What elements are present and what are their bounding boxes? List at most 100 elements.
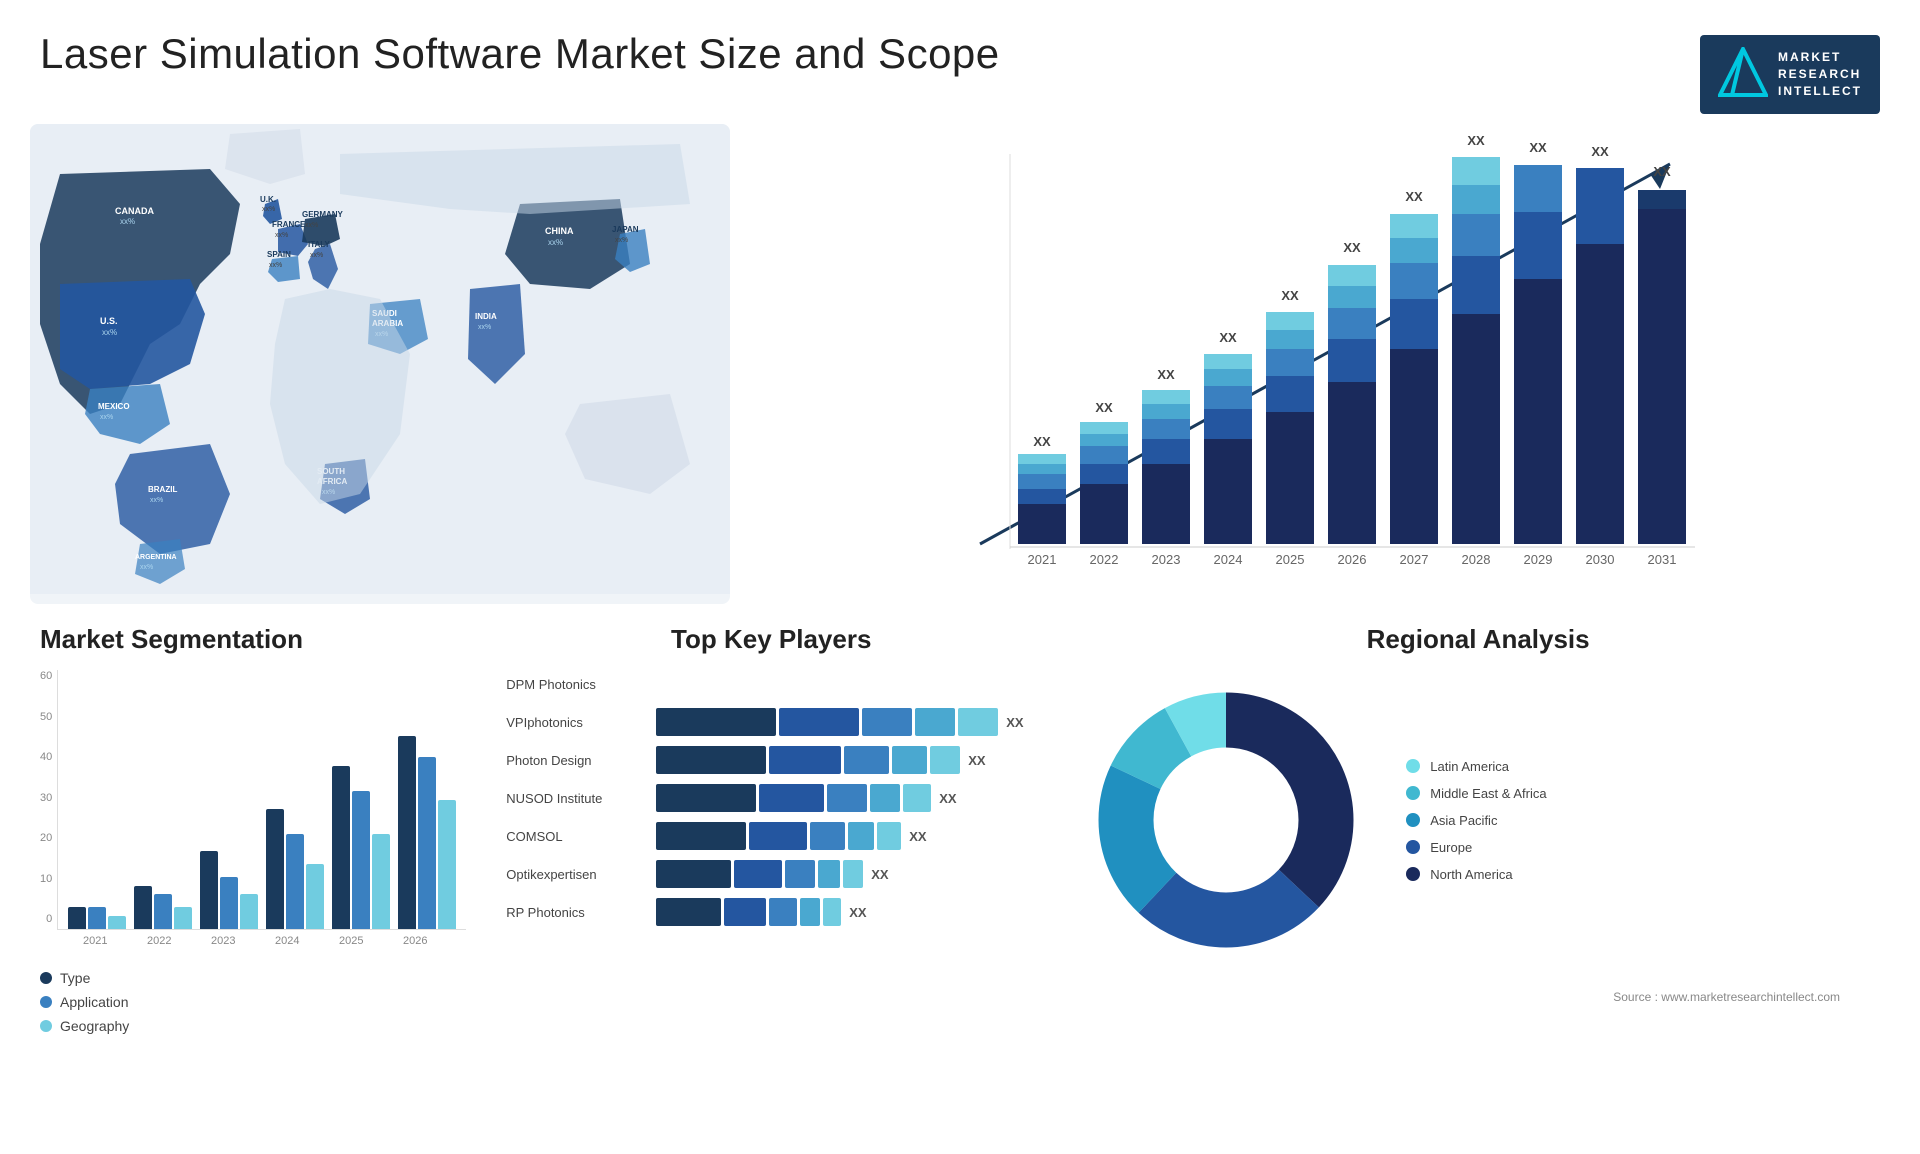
svg-text:xx%: xx%: [269, 262, 282, 269]
svg-text:CHINA: CHINA: [545, 226, 574, 236]
svg-text:ARGENTINA: ARGENTINA: [135, 554, 177, 561]
svg-text:XX: XX: [1529, 140, 1547, 155]
segmentation-section: Market Segmentation 60 50 40 30 20 10 0: [30, 614, 476, 1144]
dot-europe: [1406, 840, 1420, 854]
label-europe: Europe: [1430, 840, 1472, 855]
seg-bar-group-2023: [200, 851, 258, 929]
svg-text:xx%: xx%: [140, 564, 153, 571]
svg-text:2023: 2023: [1152, 552, 1181, 567]
legend-geography: Geography: [40, 1018, 466, 1034]
svg-text:2030: 2030: [1586, 552, 1615, 567]
legend-label-application: Application: [60, 994, 129, 1010]
svg-text:XX: XX: [1343, 240, 1361, 255]
player-row-optik: Optikexpertisen XX: [506, 860, 1036, 888]
player-name-rp: RP Photonics: [506, 905, 646, 920]
svg-text:2025: 2025: [1276, 552, 1305, 567]
player-bar-nusod: XX: [656, 784, 1036, 812]
seg-bars-container: [57, 670, 466, 930]
svg-text:xx%: xx%: [120, 217, 135, 226]
top-section: CANADA xx% U.S. xx% MEXICO xx% BRAZIL xx…: [0, 124, 1920, 604]
page-title: Laser Simulation Software Market Size an…: [40, 30, 1000, 78]
regional-section: Regional Analysis: [1066, 614, 1890, 1144]
svg-text:XX: XX: [1033, 434, 1051, 449]
svg-text:XX: XX: [1591, 144, 1609, 159]
label-north-america: North America: [1430, 867, 1512, 882]
svg-text:xx%: xx%: [150, 497, 163, 504]
legend-application: Application: [40, 994, 466, 1010]
world-map: CANADA xx% U.S. xx% MEXICO xx% BRAZIL xx…: [30, 124, 730, 604]
svg-text:xx%: xx%: [305, 222, 318, 229]
svg-text:2029: 2029: [1524, 552, 1553, 567]
svg-text:xx%: xx%: [100, 414, 113, 421]
svg-text:XX: XX: [1653, 164, 1671, 179]
player-row-photon: Photon Design XX: [506, 746, 1036, 774]
svg-text:2031: 2031: [1648, 552, 1677, 567]
player-name-nusod: NUSOD Institute: [506, 791, 646, 806]
svg-text:JAPAN: JAPAN: [612, 225, 639, 234]
svg-text:2026: 2026: [1338, 552, 1367, 567]
label-middle-east: Middle East & Africa: [1430, 786, 1546, 801]
player-name-optik: Optikexpertisen: [506, 867, 646, 882]
svg-text:XX: XX: [1281, 288, 1299, 303]
logo: MARKET RESEARCH INTELLECT: [1700, 30, 1880, 114]
svg-text:XX: XX: [1467, 134, 1485, 148]
legend-label-type: Type: [60, 970, 90, 986]
legend-latin-america: Latin America: [1406, 759, 1546, 774]
seg-x-labels: 2021 2022 2023 2024 2025 2026: [57, 935, 466, 947]
player-bar-dpm: [656, 670, 1036, 698]
svg-text:SPAIN: SPAIN: [267, 250, 291, 259]
dot-middle-east: [1406, 786, 1420, 800]
svg-text:GERMANY: GERMANY: [302, 210, 344, 219]
svg-text:2027: 2027: [1400, 552, 1429, 567]
svg-text:ITALY: ITALY: [308, 240, 330, 249]
legend-north-america: North America: [1406, 867, 1546, 882]
legend-dot-application: [40, 996, 52, 1008]
svg-text:FRANCE: FRANCE: [272, 220, 306, 229]
svg-text:xx%: xx%: [478, 324, 491, 331]
svg-text:INDIA: INDIA: [475, 312, 497, 321]
legend-type: Type: [40, 970, 466, 986]
svg-text:xx%: xx%: [548, 238, 563, 247]
bottom-section: Market Segmentation 60 50 40 30 20 10 0: [0, 604, 1920, 1154]
player-name-photon: Photon Design: [506, 753, 646, 768]
player-name-comsol: COMSOL: [506, 829, 646, 844]
svg-text:2024: 2024: [1214, 552, 1243, 567]
svg-text:U.K.: U.K.: [260, 195, 276, 204]
seg-bar-group-2026: [398, 736, 456, 929]
bar-chart: XX 2021 XX 2022 XX 2023: [750, 124, 1890, 604]
source-text: Source : www.marketresearchintellect.com: [1076, 990, 1880, 1009]
legend-europe: Europe: [1406, 840, 1546, 855]
donut-chart: [1076, 670, 1376, 970]
players-chart: DPM Photonics VPIphotonics XX Photon Des…: [506, 670, 1036, 926]
legend-dot-type: [40, 972, 52, 984]
svg-text:BRAZIL: BRAZIL: [148, 485, 177, 494]
seg-bar-group-2024: [266, 809, 324, 929]
svg-text:xx%: xx%: [310, 252, 323, 259]
svg-text:CANADA: CANADA: [115, 206, 154, 216]
legend-middle-east: Middle East & Africa: [1406, 786, 1546, 801]
label-latin-america: Latin America: [1430, 759, 1509, 774]
player-row-comsol: COMSOL XX: [506, 822, 1036, 850]
segmentation-title: Market Segmentation: [40, 624, 466, 655]
regional-legend: Latin America Middle East & Africa Asia …: [1406, 759, 1546, 882]
player-row-vpi: VPIphotonics XX: [506, 708, 1036, 736]
svg-text:XX: XX: [1219, 330, 1237, 345]
label-asia-pacific: Asia Pacific: [1430, 813, 1497, 828]
svg-text:xx%: xx%: [262, 206, 275, 213]
svg-text:xx%: xx%: [615, 237, 628, 244]
player-name-vpi: VPIphotonics: [506, 715, 646, 730]
player-bar-photon: XX: [656, 746, 1036, 774]
seg-bar-group-2025: [332, 766, 390, 929]
dot-asia-pacific: [1406, 813, 1420, 827]
seg-y-axis: 60 50 40 30 20 10 0: [40, 670, 57, 950]
player-bar-vpi: XX: [656, 708, 1036, 736]
regional-title: Regional Analysis: [1076, 624, 1880, 655]
dot-latin-america: [1406, 759, 1420, 773]
player-bar-optik: XX: [656, 860, 1036, 888]
svg-text:U.S.: U.S.: [100, 316, 118, 326]
key-players-section: Top Key Players DPM Photonics VPIphotoni…: [496, 614, 1046, 1144]
player-row-nusod: NUSOD Institute XX: [506, 784, 1036, 812]
player-name-dpm: DPM Photonics: [506, 677, 646, 692]
dot-north-america: [1406, 867, 1420, 881]
legend-label-geography: Geography: [60, 1018, 129, 1034]
